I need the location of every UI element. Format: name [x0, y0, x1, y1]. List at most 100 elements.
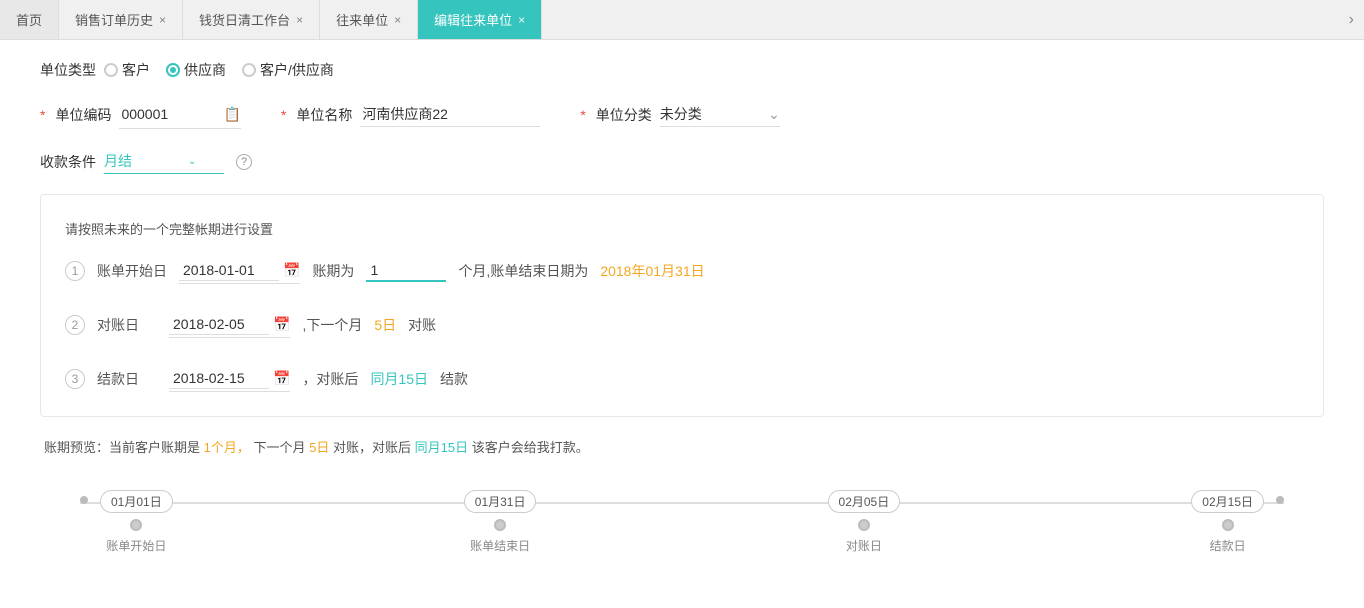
- preview-label: 账期预览：当前客户账期是: [44, 440, 200, 455]
- card-instruction: 请按照未来的一个完整帐期进行设置: [65, 219, 1299, 238]
- timeline-label-0: 账单开始日: [106, 537, 166, 554]
- step2-label: 对账日: [97, 315, 157, 335]
- tab-bar: 首页 销售订单历史 × 钱货日清工作台 × 往来单位 × 编辑往来单位 × ›: [0, 0, 1364, 40]
- step1-date-input[interactable]: [179, 260, 279, 281]
- payment-terms-value: 月结: [104, 151, 184, 171]
- preview-text3: 该客户会给我打款。: [472, 440, 589, 455]
- step1-label: 账单开始日: [97, 261, 167, 281]
- radio-customer[interactable]: 客户: [104, 60, 150, 80]
- timeline-label-2: 对账日: [846, 537, 882, 554]
- timeline-point-0: 01月01日 账单开始日: [100, 490, 173, 554]
- tab-sales-history-close[interactable]: ×: [159, 13, 166, 27]
- tab-sales-history[interactable]: 销售订单历史 ×: [59, 0, 183, 39]
- unit-code-copy-icon[interactable]: 📋: [223, 106, 240, 123]
- unit-category-label: 单位分类: [596, 105, 652, 125]
- timeline-dot-1: [494, 519, 506, 531]
- timeline-date-2: 02月05日: [828, 490, 901, 513]
- settings-card: 请按照未来的一个完整帐期进行设置 1 账单开始日 📅 账期为 个月,账单结束日期…: [40, 194, 1324, 417]
- step2-suffix-post: 对账: [408, 315, 436, 335]
- unit-name-group: * 单位名称: [281, 102, 540, 127]
- timeline-right-end-dot: [1276, 496, 1284, 504]
- step3-row: 3 结款日 📅 ，对账后 同月15日 结款: [65, 366, 1299, 392]
- step3-suffix-post: 结款: [440, 369, 468, 389]
- step3-date-wrapper: 📅: [169, 366, 290, 392]
- payment-terms-select[interactable]: 月结 ⌄: [104, 149, 224, 174]
- unit-info-row: * 单位编码 📋 * 单位名称 * 单位分类 未分类 ⌄: [40, 100, 1324, 129]
- radio-supplier-label: 供应商: [184, 60, 226, 80]
- timeline-point-2: 02月05日 对账日: [828, 490, 901, 554]
- tab-partner-unit-label: 往来单位: [336, 10, 388, 29]
- timeline-points: 01月01日 账单开始日 01月31日 账单结束日 02月05日 对账日 02月…: [100, 490, 1264, 554]
- preview-text1: 下一个月: [254, 440, 306, 455]
- radio-both[interactable]: 客户/供应商: [242, 60, 334, 80]
- timeline-left-end-dot: [80, 496, 88, 504]
- step1-period-input[interactable]: [366, 260, 446, 282]
- unit-category-select[interactable]: 未分类 ⌄: [660, 102, 780, 127]
- timeline-point-1: 01月31日 账单结束日: [464, 490, 537, 554]
- unit-code-group: * 单位编码 📋: [40, 100, 241, 129]
- unit-code-label: 单位编码: [55, 105, 111, 125]
- timeline-dot-2: [858, 519, 870, 531]
- radio-group: 客户 供应商 客户/供应商: [104, 60, 334, 80]
- step1-end-date: 2018年01月31日: [600, 261, 704, 281]
- step3-date-input[interactable]: [169, 368, 269, 389]
- timeline-date-3: 02月15日: [1191, 490, 1264, 513]
- tab-home[interactable]: 首页: [0, 0, 59, 39]
- unit-type-row: 单位类型 客户 供应商 客户/供应商: [40, 60, 1324, 80]
- tab-partner-unit-close[interactable]: ×: [394, 13, 401, 27]
- radio-supplier-circle: [166, 63, 180, 77]
- main-content: 单位类型 客户 供应商 客户/供应商 * 单位编码 📋: [0, 40, 1364, 608]
- tab-cash-work-close[interactable]: ×: [296, 13, 303, 27]
- unit-code-star: *: [40, 107, 45, 123]
- tab-edit-partner[interactable]: 编辑往来单位 ×: [418, 0, 542, 39]
- step2-date-input[interactable]: [169, 314, 269, 335]
- step1-period-unit: 个月,账单结束日期为: [458, 261, 588, 281]
- preview-highlight3: 同月15日: [415, 440, 468, 455]
- unit-code-input-wrapper: 📋: [119, 100, 240, 129]
- payment-terms-row: 收款条件 月结 ⌄ ?: [40, 149, 1324, 174]
- unit-name-label: 单位名称: [296, 105, 352, 125]
- step3-suffix-pre: ，对账后: [302, 369, 358, 389]
- payment-terms-label: 收款条件: [40, 152, 96, 172]
- timeline-point-3: 02月15日 结款日: [1191, 490, 1264, 554]
- radio-customer-circle: [104, 63, 118, 77]
- timeline-dot-3: [1222, 519, 1234, 531]
- step2-row: 2 对账日 📅 ,下一个月 5日 对账: [65, 312, 1299, 338]
- tab-more-button[interactable]: ›: [1339, 0, 1364, 39]
- unit-name-input[interactable]: [360, 102, 540, 127]
- radio-supplier[interactable]: 供应商: [166, 60, 226, 80]
- step1-date-wrapper: 📅: [179, 258, 300, 284]
- step3-num: 3: [65, 369, 85, 389]
- step1-calendar-icon[interactable]: 📅: [283, 262, 300, 279]
- timeline-date-1: 01月31日: [464, 490, 537, 513]
- step2-date-wrapper: 📅: [169, 312, 290, 338]
- unit-name-star: *: [281, 107, 286, 123]
- tab-home-label: 首页: [16, 10, 42, 29]
- unit-category-group: * 单位分类 未分类 ⌄: [580, 102, 779, 127]
- help-icon[interactable]: ?: [236, 154, 252, 170]
- step2-calendar-icon[interactable]: 📅: [273, 316, 290, 333]
- radio-customer-label: 客户: [122, 60, 150, 80]
- step2-highlight: 5日: [374, 315, 396, 335]
- timeline-date-0: 01月01日: [100, 490, 173, 513]
- unit-category-value: 未分类: [660, 104, 768, 124]
- tab-cash-work-label: 钱货日清工作台: [199, 10, 290, 29]
- tab-cash-work[interactable]: 钱货日清工作台 ×: [183, 0, 320, 39]
- tab-partner-unit[interactable]: 往来单位 ×: [320, 0, 418, 39]
- timeline: 01月01日 账单开始日 01月31日 账单结束日 02月05日 对账日 02月…: [40, 480, 1324, 584]
- unit-code-input[interactable]: [119, 102, 219, 126]
- timeline-label-1: 账单结束日: [470, 537, 530, 554]
- preview-highlight1: 1个月，: [204, 440, 250, 455]
- step1-row: 1 账单开始日 📅 账期为 个月,账单结束日期为 2018年01月31日: [65, 258, 1299, 284]
- tab-edit-partner-label: 编辑往来单位: [434, 10, 512, 29]
- tab-sales-history-label: 销售订单历史: [75, 10, 153, 29]
- tab-edit-partner-close[interactable]: ×: [518, 13, 525, 27]
- radio-both-circle: [242, 63, 256, 77]
- unit-type-label: 单位类型: [40, 60, 96, 80]
- radio-both-label: 客户/供应商: [260, 60, 334, 80]
- step2-num: 2: [65, 315, 85, 335]
- unit-category-star: *: [580, 107, 585, 123]
- step3-highlight: 同月15日: [370, 369, 428, 389]
- step3-calendar-icon[interactable]: 📅: [273, 370, 290, 387]
- preview-highlight2: 5日: [309, 440, 329, 455]
